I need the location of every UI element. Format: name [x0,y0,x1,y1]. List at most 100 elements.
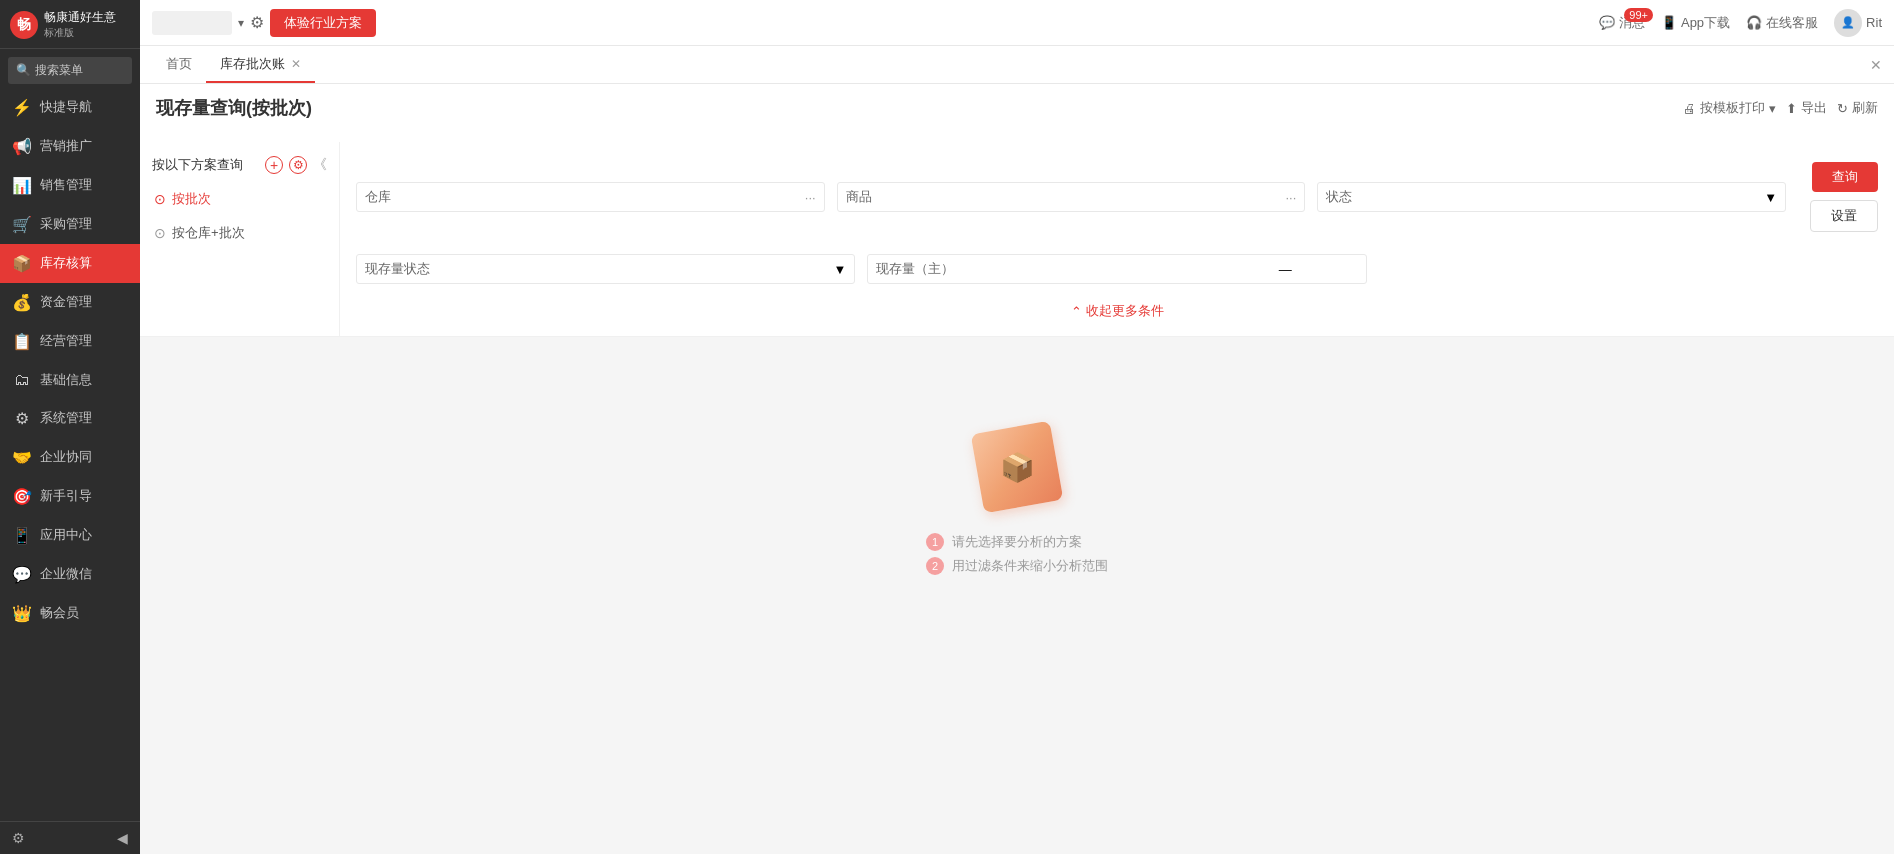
messages-badge: 99+ [1624,8,1653,22]
messages-btn[interactable]: 💬 消息 99+ [1599,14,1645,32]
export-label: 导出 [1801,99,1827,117]
user-profile-btn[interactable]: 👤 Rit [1834,9,1882,37]
topbar-dropdown-icon[interactable]: ▾ [238,16,244,30]
vip-icon: 👑 [12,604,32,623]
stock-qty-filter: 现存量（主） — [867,254,1366,284]
tab-close-btn[interactable]: ✕ [291,57,301,71]
header-actions: 🖨 按模板打印 ▾ ⬆ 导出 ↻ 刷新 [1683,99,1878,117]
collapse-more-btn[interactable]: ⌃ 收起更多条件 [356,296,1878,326]
print-template-btn[interactable]: 🖨 按模板打印 ▾ [1683,99,1776,117]
sidebar-item-vip[interactable]: 👑 畅会员 [0,594,140,633]
stock-qty-max-input[interactable] [1298,262,1358,277]
search-icon: 🔍 [16,63,31,77]
sidebar-item-newbie[interactable]: 🎯 新手引导 [0,477,140,516]
warehouse-more-btn[interactable]: ··· [805,190,816,205]
product-more-btn[interactable]: ··· [1286,190,1297,205]
filter-sidebar-title: 按以下方案查询 [152,156,243,174]
filter-add-btn[interactable]: + [265,156,283,174]
sidebar-item-system[interactable]: ⚙ 系统管理 [0,399,140,438]
hint-num-2: 2 [926,557,944,575]
filter-sidebar: 按以下方案查询 + ⚙ 《 ⊙ 按批次 ⊙ 按仓库+批次 [140,142,340,336]
search-label: 搜索菜单 [35,62,83,79]
sidebar-item-label: 基础信息 [40,371,92,389]
hint-text-1: 请先选择要分析的方案 [952,533,1082,551]
product-label: 商品 [846,188,1286,206]
wechat-icon: 💬 [12,565,32,584]
finance-icon: 💰 [12,293,32,312]
filter-item-by-batch[interactable]: ⊙ 按批次 [140,182,339,216]
topbar-right: 💬 消息 99+ 📱 App下载 🎧 在线客服 👤 Rit [1599,9,1882,37]
tab-inventory-batch-label: 库存批次账 [220,55,285,73]
warehouse-input[interactable]: 仓库 ··· [356,182,825,212]
sidebar-item-basic-info[interactable]: 🗂 基础信息 [0,361,140,399]
filter-main: 仓库 ··· 商品 ··· 状态 ▼ [340,142,1894,336]
filter-collapse-btn[interactable]: 《 [313,156,327,174]
query-actions: 查询 设置 [1798,152,1878,242]
topbar-settings-icon[interactable]: ⚙ [250,13,264,32]
sidebar-item-label: 快捷导航 [40,98,92,116]
chevron-up-icon: ⌃ [1071,304,1082,319]
status-select[interactable]: 状态 ▼ [1317,182,1786,212]
export-icon: ⬆ [1786,101,1797,116]
stock-status-label: 现存量状态 [365,260,833,278]
tab-home-label: 首页 [166,55,192,73]
batch-icon: ⊙ [154,191,166,207]
app-title: 畅康通好生意 [44,10,116,26]
filter-row-2: 现存量状态 ▼ 现存量（主） — [356,254,1878,284]
topbar: ▾ ⚙ 体验行业方案 💬 消息 99+ 📱 App下载 🎧 在线客服 👤 Rit [140,0,1894,46]
empty-hint-1: 1 请先选择要分析的方案 [926,533,1108,551]
stock-qty-min-input[interactable] [1213,262,1273,277]
export-btn[interactable]: ⬆ 导出 [1786,99,1827,117]
settings-button[interactable]: 设置 [1810,200,1878,232]
hint-text-2: 用过滤条件来缩小分析范围 [952,557,1108,575]
sidebar-item-wechat[interactable]: 💬 企业微信 [0,555,140,594]
stock-status-select[interactable]: 现存量状态 ▼ [356,254,855,284]
user-avatar: 👤 [1834,9,1862,37]
online-support-btn[interactable]: 🎧 在线客服 [1746,14,1818,32]
sidebar-item-label: 应用中心 [40,526,92,544]
product-filter: 商品 ··· [837,182,1306,212]
empty-state: 📦 1 请先选择要分析的方案 2 用过滤条件来缩小分析范围 [140,337,1894,655]
filter-settings-btn[interactable]: ⚙ [289,156,307,174]
trial-industry-btn[interactable]: 体验行业方案 [270,9,376,37]
app-logo: 畅 [10,11,38,39]
sidebar-item-inventory[interactable]: 📦 库存核算 [0,244,140,283]
sidebar-item-enterprise[interactable]: 🤝 企业协同 [0,438,140,477]
sidebar-item-marketing[interactable]: 📢 营销推广 [0,127,140,166]
sidebar-item-purchase[interactable]: 🛒 采购管理 [0,205,140,244]
sidebar-item-finance[interactable]: 💰 资金管理 [0,283,140,322]
filter-item-label: 按批次 [172,190,211,208]
refresh-btn[interactable]: ↻ 刷新 [1837,99,1878,117]
refresh-icon: ↻ [1837,101,1848,116]
sidebar-item-label: 资金管理 [40,293,92,311]
sidebar-item-label: 销售管理 [40,176,92,194]
filter-sidebar-actions: + ⚙ 《 [265,156,327,174]
app-download-label: App下载 [1681,14,1730,32]
filter-item-by-warehouse-batch[interactable]: ⊙ 按仓库+批次 [140,216,339,250]
tab-home[interactable]: 首页 [152,47,206,83]
online-support-label: 在线客服 [1766,14,1818,32]
query-panel: 现存量查询(按批次) 🖨 按模板打印 ▾ ⬆ 导出 ↻ 刷新 [140,84,1894,142]
sales-icon: 📊 [12,176,32,195]
product-input[interactable]: 商品 ··· [837,182,1306,212]
tab-inventory-batch[interactable]: 库存批次账 ✕ [206,47,315,83]
brand-placeholder [152,11,232,35]
close-all-tabs-btn[interactable]: ✕ [1870,57,1882,73]
main-content: ▾ ⚙ 体验行业方案 💬 消息 99+ 📱 App下载 🎧 在线客服 👤 Rit [140,0,1894,854]
sidebar-item-sales[interactable]: 📊 销售管理 [0,166,140,205]
search-menu-input[interactable]: 🔍 搜索菜单 [8,57,132,84]
status-filter: 状态 ▼ [1317,182,1786,212]
collapse-sidebar-btn[interactable]: ◀ [117,830,128,846]
sidebar-item-label: 畅会员 [40,604,79,622]
sidebar-item-app-center[interactable]: 📱 应用中心 [0,516,140,555]
sidebar-item-operations[interactable]: 📋 经营管理 [0,322,140,361]
sidebar-footer: ⚙ ◀ [0,821,140,854]
query-button[interactable]: 查询 [1812,162,1878,192]
sidebar-nav: ⚡ 快捷导航 📢 营销推广 📊 销售管理 🛒 采购管理 📦 库存核算 💰 资金管… [0,88,140,821]
app-download-btn[interactable]: 📱 App下载 [1661,14,1730,32]
empty-icon: 📦 [957,417,1077,517]
sidebar-item-quick-nav[interactable]: ⚡ 快捷导航 [0,88,140,127]
stock-qty-separator: — [1279,262,1292,277]
settings-footer-btn[interactable]: ⚙ [12,830,25,846]
filter-sidebar-header: 按以下方案查询 + ⚙ 《 [140,152,339,182]
